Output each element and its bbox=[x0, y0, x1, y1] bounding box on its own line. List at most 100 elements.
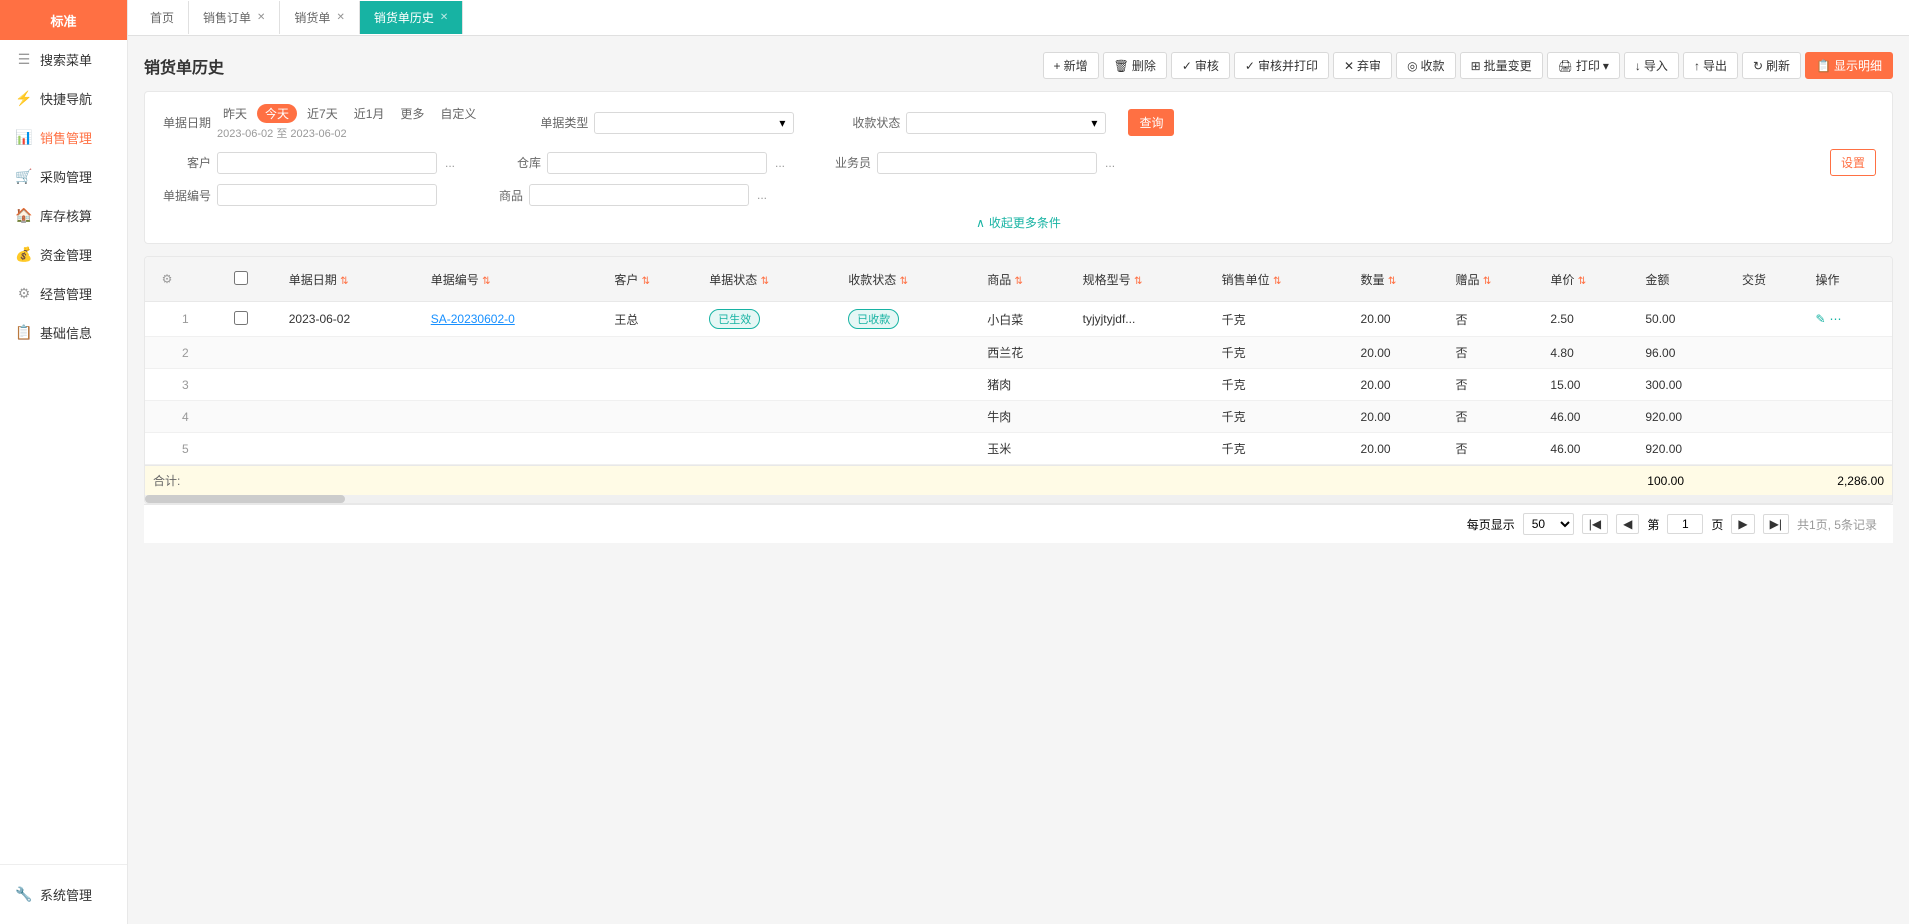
import-button[interactable]: ↓ 导入 bbox=[1624, 52, 1679, 79]
doc-number-link[interactable]: SA-20230602-0 bbox=[431, 312, 515, 326]
page-size-select[interactable]: 50 100 200 bbox=[1523, 513, 1574, 535]
tab-sales-order[interactable]: 销售订单 ✕ bbox=[189, 1, 280, 34]
export-icon: ↑ bbox=[1694, 59, 1700, 73]
customer-label: 客户 bbox=[161, 154, 211, 171]
date-btn-more[interactable]: 更多 bbox=[394, 104, 430, 123]
th-spec-label: 规格型号 bbox=[1083, 273, 1131, 287]
new-button[interactable]: + 新增 bbox=[1043, 52, 1099, 79]
sidebar-item-inventory-calc[interactable]: 🏠 库存核算 bbox=[0, 196, 127, 235]
doc-number-input[interactable] bbox=[217, 184, 437, 206]
filter-doc-type: 单据类型 ▾ bbox=[538, 112, 794, 134]
sidebar-item-basic-info[interactable]: 📋 基础信息 bbox=[0, 313, 127, 352]
date-btn-7days[interactable]: 近7天 bbox=[301, 104, 344, 123]
date-btn-custom[interactable]: 自定义 bbox=[434, 104, 482, 123]
audit-button[interactable]: ✓ 审核 bbox=[1171, 52, 1230, 79]
batch-change-button[interactable]: ⊞ 批量变更 bbox=[1460, 52, 1543, 79]
salesman-dots-icon[interactable]: ... bbox=[1105, 156, 1115, 170]
payment-status-select[interactable]: ▾ bbox=[906, 112, 1106, 134]
tab-sales-history[interactable]: 销货单历史 ✕ bbox=[360, 1, 463, 34]
th-price-sort-icon: ⇅ bbox=[1578, 276, 1586, 287]
cell-unit-2: 千克 bbox=[1214, 369, 1353, 401]
th-unit[interactable]: 销售单位 ⇅ bbox=[1214, 257, 1353, 302]
th-spec[interactable]: 规格型号 ⇅ bbox=[1075, 257, 1214, 302]
th-doc-status[interactable]: 单据状态 ⇅ bbox=[701, 257, 840, 302]
collect-icon: ◎ bbox=[1407, 59, 1417, 73]
show-detail-button[interactable]: 📋 显示明细 bbox=[1805, 52, 1893, 79]
customer-dots-icon[interactable]: ... bbox=[445, 156, 455, 170]
query-button[interactable]: 查询 bbox=[1128, 109, 1174, 136]
print-arrow-icon: ▾ bbox=[1603, 59, 1609, 73]
date-btn-1month[interactable]: 近1月 bbox=[348, 104, 391, 123]
delete-button[interactable]: 🗑 删除 bbox=[1103, 52, 1167, 79]
delete-icon: 🗑 bbox=[1114, 59, 1129, 73]
cell-date-4 bbox=[281, 433, 423, 465]
sidebar-item-ops-mgmt[interactable]: ⚙ 经营管理 bbox=[0, 274, 127, 313]
abandon-button[interactable]: ✕ 弃审 bbox=[1333, 52, 1392, 79]
page-next-button[interactable]: ▶ bbox=[1731, 514, 1754, 534]
th-date[interactable]: 单据日期 ⇅ bbox=[281, 257, 423, 302]
th-customer[interactable]: 客户 ⇅ bbox=[606, 257, 701, 302]
new-icon: + bbox=[1054, 59, 1061, 73]
cell-date-1 bbox=[281, 337, 423, 369]
th-date-label: 单据日期 bbox=[289, 273, 337, 287]
audit-print-button[interactable]: ✓ 审核并打印 bbox=[1234, 52, 1329, 79]
date-btn-yesterday[interactable]: 昨天 bbox=[217, 104, 253, 123]
th-qty[interactable]: 数量 ⇅ bbox=[1353, 257, 1448, 302]
sidebar-item-search-menu[interactable]: ☰ 搜索菜单 bbox=[0, 40, 127, 79]
page-prev-button[interactable]: ◀ bbox=[1616, 514, 1639, 534]
tab-home[interactable]: 首页 bbox=[136, 1, 189, 34]
tab-sales-delivery[interactable]: 销货单 ✕ bbox=[280, 1, 359, 34]
sidebar-item-purchase-mgmt[interactable]: 🛒 采购管理 bbox=[0, 157, 127, 196]
sidebar-item-quick-nav[interactable]: ⚡ 快捷导航 bbox=[0, 79, 127, 118]
th-number[interactable]: 单据编号 ⇅ bbox=[423, 257, 607, 302]
sidebar-item-sys-mgmt[interactable]: 🔧 系统管理 bbox=[0, 875, 127, 914]
table-settings-icon[interactable]: ⚙ bbox=[153, 265, 181, 293]
sidebar-item-label: 资金管理 bbox=[40, 245, 92, 264]
product-input[interactable] bbox=[529, 184, 749, 206]
warehouse-dots-icon[interactable]: ... bbox=[775, 156, 785, 170]
cell-customer-1 bbox=[606, 337, 701, 369]
th-price[interactable]: 单价 ⇅ bbox=[1542, 257, 1637, 302]
th-transaction: 交货 bbox=[1734, 257, 1807, 302]
cell-transaction-1 bbox=[1734, 337, 1807, 369]
product-dots-icon[interactable]: ... bbox=[757, 188, 767, 202]
row-checkbox[interactable] bbox=[234, 311, 248, 325]
page-last-button[interactable]: ▶| bbox=[1763, 514, 1789, 534]
more-action-button[interactable]: ⋯ bbox=[1830, 312, 1842, 326]
collapse-button[interactable]: ∧ 收起更多条件 bbox=[161, 214, 1876, 231]
salesman-input[interactable] bbox=[877, 152, 1097, 174]
delete-label: 删除 bbox=[1132, 57, 1156, 74]
date-section: 昨天 今天 近7天 近1月 更多 自定义 2023-06-02 至 2023-0… bbox=[217, 104, 482, 141]
settings-button[interactable]: 设置 bbox=[1830, 149, 1876, 176]
edit-action-button[interactable]: ✎ bbox=[1815, 312, 1825, 326]
audit-print-icon: ✓ bbox=[1245, 59, 1255, 73]
tab-sales-history-close[interactable]: ✕ bbox=[440, 12, 448, 23]
batch-change-icon: ⊞ bbox=[1471, 59, 1481, 73]
filter-payment-status: 收款状态 ▾ 查询 bbox=[850, 109, 1174, 136]
sidebar-item-sales-mgmt[interactable]: 📊 销售管理 bbox=[0, 118, 127, 157]
cell-date-0: 2023-06-02 bbox=[281, 302, 423, 337]
customer-input[interactable] bbox=[217, 152, 437, 174]
tab-sales-order-close[interactable]: ✕ bbox=[257, 12, 265, 23]
cell-action-0: ✎⋯ bbox=[1807, 302, 1892, 337]
sidebar-item-finance-mgmt[interactable]: 💰 资金管理 bbox=[0, 235, 127, 274]
th-gift[interactable]: 赠品 ⇅ bbox=[1447, 257, 1542, 302]
th-payment-status[interactable]: 收款状态 ⇅ bbox=[840, 257, 979, 302]
scrollbar-thumb[interactable] bbox=[145, 495, 345, 503]
export-button[interactable]: ↑ 导出 bbox=[1683, 52, 1738, 79]
print-button[interactable]: 🖨 打印 ▾ bbox=[1547, 52, 1620, 79]
page-number-input[interactable] bbox=[1667, 514, 1703, 534]
page-first-button[interactable]: |◀ bbox=[1582, 514, 1608, 534]
th-product[interactable]: 商品 ⇅ bbox=[979, 257, 1074, 302]
date-btn-today[interactable]: 今天 bbox=[257, 104, 297, 123]
refresh-button[interactable]: ↻ 刷新 bbox=[1742, 52, 1801, 79]
th-transaction-label: 交货 bbox=[1742, 273, 1766, 287]
cell-action-2 bbox=[1807, 369, 1892, 401]
table-scrollbar[interactable] bbox=[145, 495, 1892, 503]
product-label: 商品 bbox=[473, 187, 523, 204]
tab-sales-delivery-close[interactable]: ✕ bbox=[336, 12, 344, 23]
collect-button[interactable]: ◎ 收款 bbox=[1396, 52, 1456, 79]
warehouse-input[interactable] bbox=[547, 152, 767, 174]
doc-type-select[interactable]: ▾ bbox=[594, 112, 794, 134]
select-all-checkbox[interactable] bbox=[234, 271, 248, 285]
